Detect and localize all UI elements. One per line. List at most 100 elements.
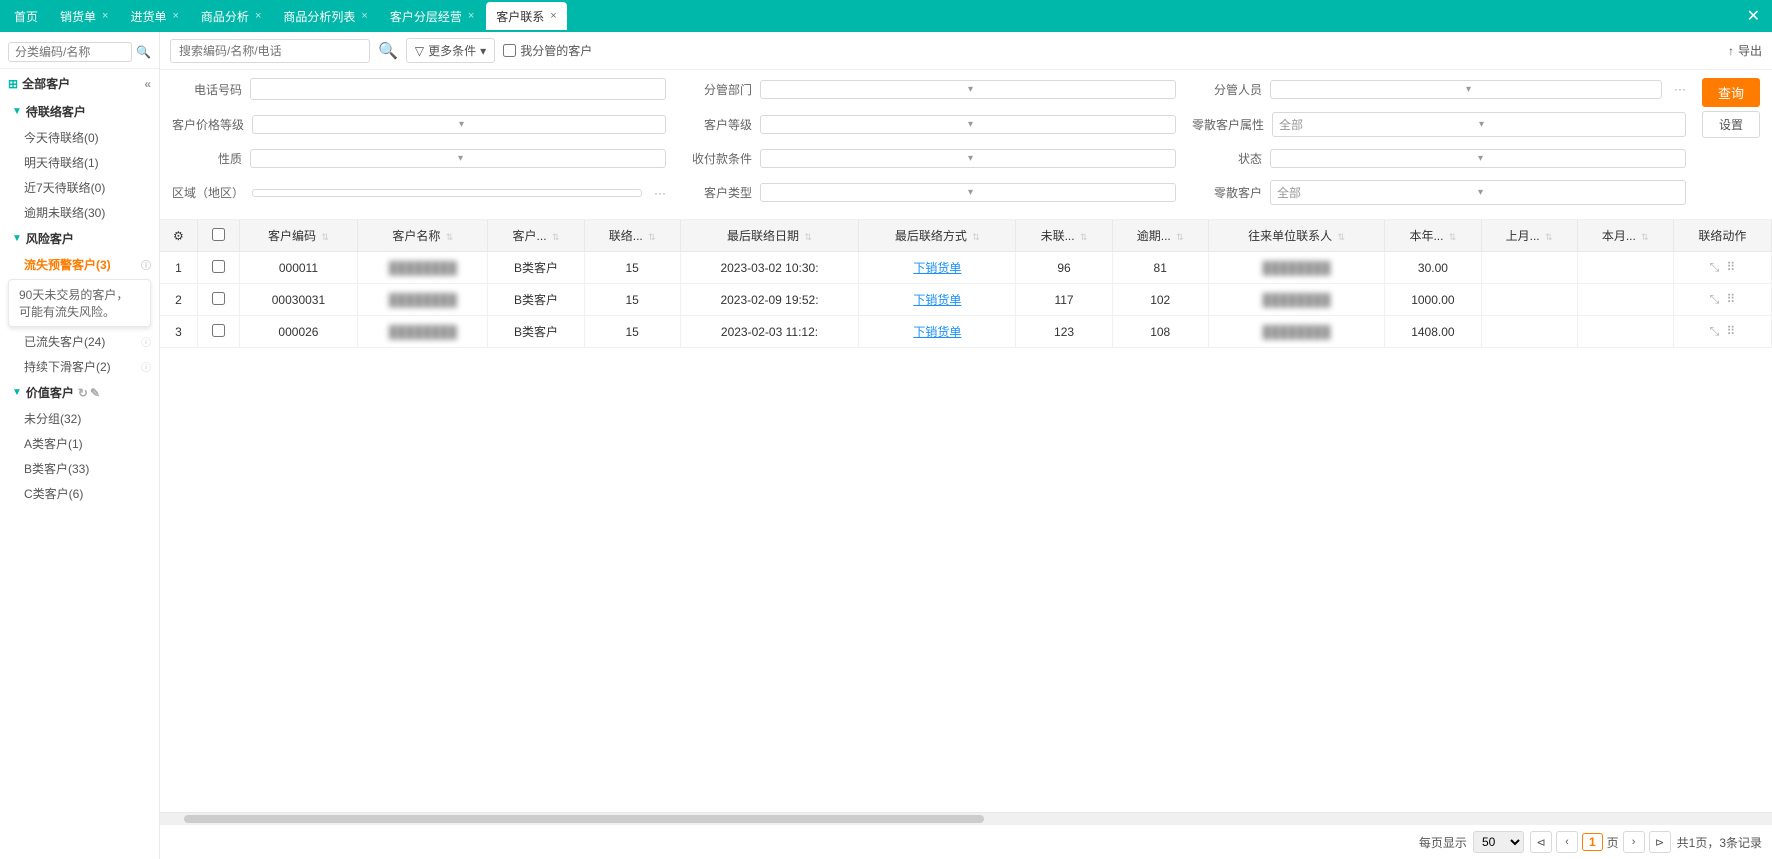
main-content: 🔍 ▽ 更多条件 ▾ 我分管的客户 ↑ 导出 [160, 32, 1772, 859]
filter-customer-level-select[interactable]: ▾ [760, 115, 1176, 134]
horizontal-scrollbar[interactable] [160, 812, 1772, 824]
tab-home[interactable]: 首页 [4, 2, 48, 30]
window-close-button[interactable]: ✕ [1739, 6, 1768, 26]
select-all-checkbox[interactable] [212, 228, 225, 241]
collapse-icon[interactable]: « [144, 77, 151, 91]
edit-icon[interactable]: ✎ [90, 386, 100, 400]
action-menu-icon[interactable]: ⠿ [1727, 292, 1736, 306]
td-last-date: 2023-03-02 10:30: [680, 252, 858, 284]
action-link-icon[interactable]: ⤡ [1710, 260, 1720, 274]
action-link-icon[interactable]: ⤡ [1710, 324, 1720, 338]
th-code[interactable]: 客户编码 ⇅ [239, 220, 358, 252]
sidebar-group-title-pending[interactable]: ▼ 待联络客户 [0, 98, 159, 125]
my-customer-check[interactable] [503, 44, 516, 57]
th-this-year[interactable]: 本年... ⇅ [1385, 220, 1481, 252]
row-checkbox[interactable] [212, 292, 225, 305]
filter-nature-select[interactable]: ▾ [250, 149, 666, 168]
per-page-select[interactable]: 50 100 200 [1473, 831, 1524, 853]
search-input[interactable] [170, 39, 370, 63]
td-this-month [1577, 316, 1673, 348]
td-last-way[interactable]: 下销货单 [859, 252, 1016, 284]
filter-phone-input[interactable] [250, 78, 666, 100]
th-this-month[interactable]: 本月... ⇅ [1577, 220, 1673, 252]
tab-customer-contact[interactable]: 客户联系 × [486, 2, 566, 30]
sidebar-item-churned[interactable]: 已流失客户(24) ⓘ [0, 329, 159, 354]
filter-more-button[interactable]: ··· [1674, 82, 1686, 96]
search-icon[interactable]: 🔍 [136, 45, 151, 59]
filter-status-select[interactable]: ▾ [1270, 149, 1686, 168]
sidebar-item-a-class[interactable]: A类客户(1) [0, 431, 159, 456]
refresh-icon[interactable]: ↻ [78, 386, 88, 400]
filter-customer-type-select[interactable]: ▾ [760, 183, 1176, 202]
td-contact: 15 [584, 284, 680, 316]
search-button[interactable]: 🔍 [378, 41, 398, 61]
th-contact[interactable]: 联络... ⇅ [584, 220, 680, 252]
tab-sales[interactable]: 销货单 × [50, 2, 118, 30]
filter-retail-attr-select[interactable]: 全部 ▾ [1272, 112, 1686, 137]
sidebar-item-overdue[interactable]: 逾期未联络(30) [0, 200, 159, 225]
scrollbar-thumb[interactable] [184, 815, 984, 823]
th-last-date[interactable]: 最后联络日期 ⇅ [680, 220, 858, 252]
filter-person-select[interactable]: ▾ [1270, 80, 1662, 99]
sidebar-search-input[interactable] [8, 42, 132, 62]
row-checkbox[interactable] [212, 260, 225, 273]
filter-retail-select[interactable]: 全部 ▾ [1270, 180, 1686, 205]
td-last-way[interactable]: 下销货单 [859, 316, 1016, 348]
info-icon: ⓘ [141, 334, 151, 349]
action-link-icon[interactable]: ⤡ [1710, 292, 1720, 306]
td-action: ⤡ ⠿ [1673, 252, 1771, 284]
close-icon[interactable]: × [550, 10, 556, 22]
th-contact-person[interactable]: 往来单位联系人 ⇅ [1208, 220, 1385, 252]
sidebar-item-churn-warning[interactable]: 流失预警客户(3) ⓘ [0, 252, 159, 277]
filter-region-select[interactable] [252, 189, 642, 197]
chevron-down-icon: ▾ [1478, 187, 1679, 198]
th-type[interactable]: 客户... ⇅ [488, 220, 584, 252]
td-last-way[interactable]: 下销货单 [859, 284, 1016, 316]
sidebar-item-b-class[interactable]: B类客户(33) [0, 456, 159, 481]
th-overdue[interactable]: 逾期... ⇅ [1112, 220, 1208, 252]
prev-page-button[interactable]: ‹ [1556, 831, 1578, 853]
chevron-down-icon: ▾ [1478, 153, 1679, 164]
close-icon[interactable]: × [172, 10, 178, 22]
sidebar-item-tomorrow[interactable]: 明天待联络(1) [0, 150, 159, 175]
sidebar-item-today[interactable]: 今天待联络(0) [0, 125, 159, 150]
action-menu-icon[interactable]: ⠿ [1727, 324, 1736, 338]
filter-dept: 分管部门 ▾ [682, 80, 1176, 99]
th-unlinkage[interactable]: 未联... ⇅ [1016, 220, 1112, 252]
first-page-button[interactable]: ⊲ [1530, 831, 1552, 853]
filter-price-level-select[interactable]: ▾ [252, 115, 666, 134]
tab-customer-tier[interactable]: 客户分层经营 × [380, 2, 484, 30]
sidebar-item-ungrouped[interactable]: 未分组(32) [0, 406, 159, 431]
row-checkbox[interactable] [212, 324, 225, 337]
more-filter-button[interactable]: ▽ 更多条件 ▾ [406, 38, 495, 63]
all-customers-item[interactable]: ⊞ 全部客户 « [0, 69, 159, 98]
close-icon[interactable]: × [468, 10, 474, 22]
next-page-button[interactable]: › [1623, 831, 1645, 853]
sidebar-item-7days[interactable]: 近7天待联络(0) [0, 175, 159, 200]
th-last-way[interactable]: 最后联络方式 ⇅ [859, 220, 1016, 252]
close-icon[interactable]: × [255, 10, 261, 22]
my-customer-checkbox[interactable]: 我分管的客户 [503, 42, 592, 59]
table-row: 2 00030031 ████████ B类客户 15 2023-02-09 1… [160, 284, 1772, 316]
settings-button[interactable]: 设置 [1702, 111, 1760, 138]
filter-payment-select[interactable]: ▾ [760, 149, 1176, 168]
query-button[interactable]: 查询 [1702, 78, 1760, 107]
sidebar-group-title-value[interactable]: ▼ 价值客户 ↻ ✎ [0, 379, 159, 406]
sidebar-group-title-risk[interactable]: ▼ 风险客户 [0, 225, 159, 252]
tab-purchase[interactable]: 进货单 × [120, 2, 188, 30]
th-settings[interactable]: ⚙ [160, 220, 197, 252]
export-button[interactable]: ↑ 导出 [1728, 42, 1762, 59]
sidebar-item-declining[interactable]: 持续下滑客户(2) ⓘ [0, 354, 159, 379]
th-name[interactable]: 客户名称 ⇅ [358, 220, 488, 252]
last-page-button[interactable]: ⊳ [1649, 831, 1671, 853]
tab-product-list[interactable]: 商品分析列表 × [273, 2, 377, 30]
action-menu-icon[interactable]: ⠿ [1727, 260, 1736, 274]
close-icon[interactable]: × [102, 10, 108, 22]
close-icon[interactable]: × [361, 10, 367, 22]
td-overdue: 81 [1112, 252, 1208, 284]
filter-dept-select[interactable]: ▾ [760, 80, 1176, 99]
th-last-month[interactable]: 上月... ⇅ [1481, 220, 1577, 252]
tab-product-analysis[interactable]: 商品分析 × [191, 2, 271, 30]
filter-region-more-button[interactable]: ··· [654, 186, 666, 200]
sidebar-item-c-class[interactable]: C类客户(6) [0, 481, 159, 506]
